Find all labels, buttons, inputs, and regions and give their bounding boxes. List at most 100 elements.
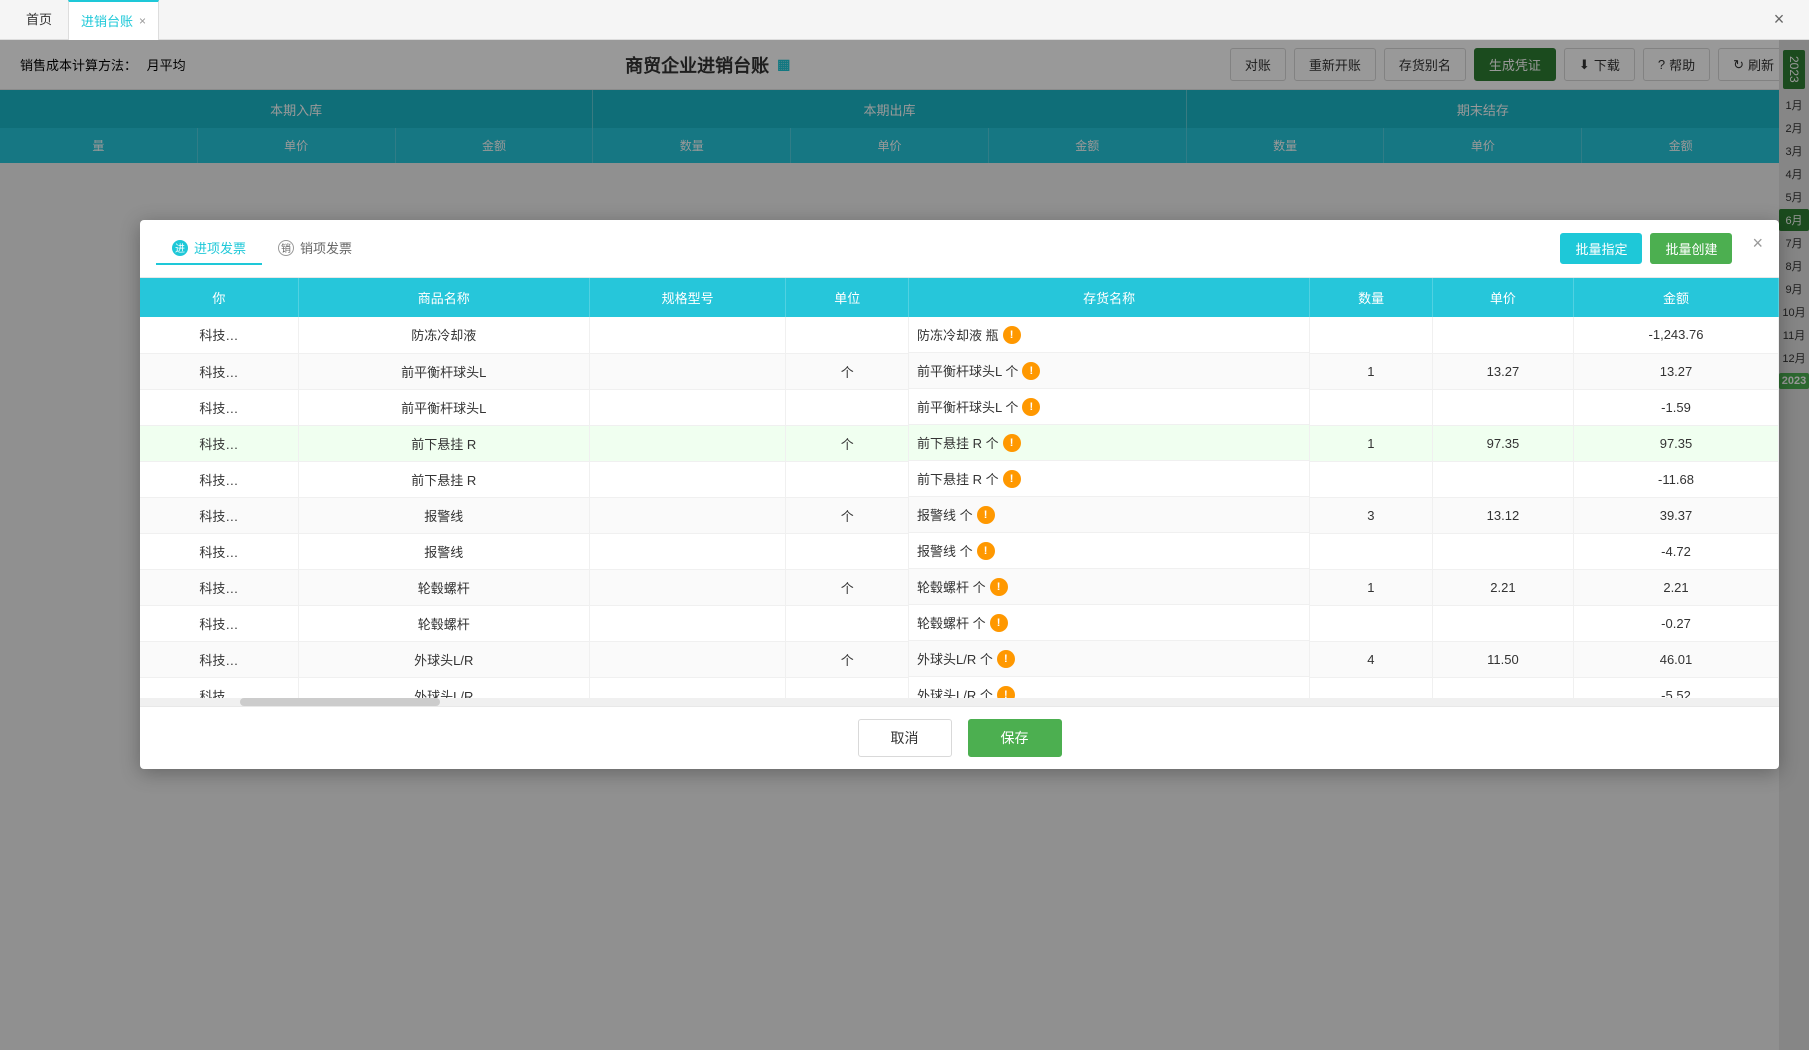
cell-10-4: 外球头L/R 个! [909, 677, 1310, 698]
window-close-icon[interactable]: × [1759, 0, 1799, 40]
cell-0-4: 防冻冷却液 瓶! [909, 317, 1310, 353]
batch-create-button[interactable]: 批量创建 [1650, 233, 1732, 264]
modal-table-container: 你 商品名称 规格型号 单位 存货名称 数量 单价 金额 科技…防冻冷却液防冻冷… [140, 278, 1779, 698]
tab-purchase-invoice[interactable]: 进 进项发票 [156, 232, 262, 265]
save-button[interactable]: 保存 [968, 719, 1062, 757]
table-row: 科技…前平衡杆球头L个前平衡杆球头L 个!113.2713.27 [140, 353, 1779, 389]
cell-0-3 [786, 317, 909, 353]
cell-6-1: 报警线 [298, 533, 589, 569]
tab-active[interactable]: 进销台账 × [68, 0, 159, 40]
th-amount: 金额 [1574, 278, 1779, 317]
cell-6-5 [1310, 533, 1433, 569]
cell-5-4: 报警线 个! [909, 497, 1310, 533]
cell-7-7: 2.21 [1574, 569, 1779, 605]
cell-2-2 [589, 389, 786, 425]
cell-3-5: 1 [1310, 425, 1433, 461]
cell-10-2 [589, 677, 786, 698]
cell-2-7: -1.59 [1574, 389, 1779, 425]
th-unit: 单位 [786, 278, 909, 317]
cell-4-7: -11.68 [1574, 461, 1779, 497]
horizontal-scrollbar[interactable] [140, 698, 1779, 706]
cell-1-7: 13.27 [1574, 353, 1779, 389]
table-row: 科技…前下悬挂 R前下悬挂 R 个!-11.68 [140, 461, 1779, 497]
cell-4-1: 前下悬挂 R [298, 461, 589, 497]
purchase-tab-icon: 进 [172, 240, 188, 256]
inventory-name-2: 前平衡杆球头L 个 [917, 397, 1018, 416]
cell-1-4: 前平衡杆球头L 个! [909, 353, 1310, 389]
cell-7-0: 科技… [140, 569, 298, 605]
cell-5-6: 13.12 [1432, 497, 1573, 533]
cell-4-2 [589, 461, 786, 497]
cell-6-0: 科技… [140, 533, 298, 569]
warn-icon-1: ! [1022, 362, 1040, 380]
th-spec: 规格型号 [589, 278, 786, 317]
cell-5-2 [589, 497, 786, 533]
cell-1-5: 1 [1310, 353, 1433, 389]
table-row: 科技…外球头L/R个外球头L/R 个!411.5046.01 [140, 641, 1779, 677]
tab-close-icon[interactable]: × [139, 14, 146, 28]
inventory-name-4: 前下悬挂 R 个 [917, 469, 999, 488]
th-product-name: 商品名称 [298, 278, 589, 317]
warn-icon-5: ! [977, 506, 995, 524]
inventory-name-7: 轮毂螺杆 个 [917, 577, 986, 596]
inventory-name-1: 前平衡杆球头L 个 [917, 361, 1018, 380]
scrollbar-thumb[interactable] [240, 698, 440, 706]
main-area: 销售成本计算方法： 月平均 商贸企业进销台账 ▦ 对账 重新开账 存货别名 生成… [0, 40, 1809, 1050]
warn-icon-7: ! [990, 578, 1008, 596]
warn-icon-10: ! [997, 686, 1015, 699]
cell-9-6: 11.50 [1432, 641, 1573, 677]
cell-3-7: 97.35 [1574, 425, 1779, 461]
cell-6-2 [589, 533, 786, 569]
cell-7-2 [589, 569, 786, 605]
cell-8-1: 轮毂螺杆 [298, 605, 589, 641]
cancel-button[interactable]: 取消 [858, 719, 952, 757]
table-row: 科技…轮毂螺杆轮毂螺杆 个!-0.27 [140, 605, 1779, 641]
cell-5-1: 报警线 [298, 497, 589, 533]
cell-8-5 [1310, 605, 1433, 641]
th-price: 单价 [1432, 278, 1573, 317]
cell-8-7: -0.27 [1574, 605, 1779, 641]
cell-1-2 [589, 353, 786, 389]
cell-0-7: -1,243.76 [1574, 317, 1779, 353]
cell-4-6 [1432, 461, 1573, 497]
table-row: 科技…防冻冷却液防冻冷却液 瓶!-1,243.76 [140, 317, 1779, 353]
cell-8-0: 科技… [140, 605, 298, 641]
inventory-name-3: 前下悬挂 R 个 [917, 433, 999, 452]
inventory-name-5: 报警线 个 [917, 505, 973, 524]
warn-icon-6: ! [977, 542, 995, 560]
cell-10-5 [1310, 677, 1433, 698]
header-row: 你 商品名称 规格型号 单位 存货名称 数量 单价 金额 [140, 278, 1779, 317]
warn-icon-4: ! [1003, 470, 1021, 488]
tab-sales-invoice[interactable]: 销 销项发票 [262, 232, 368, 265]
modal-header: 进 进项发票 销 销项发票 批量指定 批量创建 × [140, 220, 1779, 278]
cell-9-5: 4 [1310, 641, 1433, 677]
table-row: 科技…轮毂螺杆个轮毂螺杆 个!12.212.21 [140, 569, 1779, 605]
table-row: 科技…前下悬挂 R个前下悬挂 R 个!197.3597.35 [140, 425, 1779, 461]
cell-3-4: 前下悬挂 R 个! [909, 425, 1310, 461]
cell-1-3: 个 [786, 353, 909, 389]
table-row: 科技…前平衡杆球头L前平衡杆球头L 个!-1.59 [140, 389, 1779, 425]
cell-5-0: 科技… [140, 497, 298, 533]
tab-sales-label: 销项发票 [300, 238, 352, 257]
cell-1-1: 前平衡杆球头L [298, 353, 589, 389]
cell-9-0: 科技… [140, 641, 298, 677]
inventory-name-6: 报警线 个 [917, 541, 973, 560]
cell-10-3 [786, 677, 909, 698]
cell-10-1: 外球头L/R [298, 677, 589, 698]
cell-8-2 [589, 605, 786, 641]
cell-0-5 [1310, 317, 1433, 353]
cell-2-3 [786, 389, 909, 425]
tab-home[interactable]: 首页 [10, 0, 68, 40]
cell-0-6 [1432, 317, 1573, 353]
cell-2-0: 科技… [140, 389, 298, 425]
inventory-name-8: 轮毂螺杆 个 [917, 613, 986, 632]
cell-4-5 [1310, 461, 1433, 497]
cell-0-2 [589, 317, 786, 353]
cell-9-2 [589, 641, 786, 677]
modal-footer: 取消 保存 [140, 706, 1779, 769]
cell-2-5 [1310, 389, 1433, 425]
cell-9-4: 外球头L/R 个! [909, 641, 1310, 677]
modal-close-icon[interactable]: × [1752, 233, 1763, 264]
batch-assign-button[interactable]: 批量指定 [1560, 233, 1642, 264]
cell-2-4: 前平衡杆球头L 个! [909, 389, 1310, 425]
